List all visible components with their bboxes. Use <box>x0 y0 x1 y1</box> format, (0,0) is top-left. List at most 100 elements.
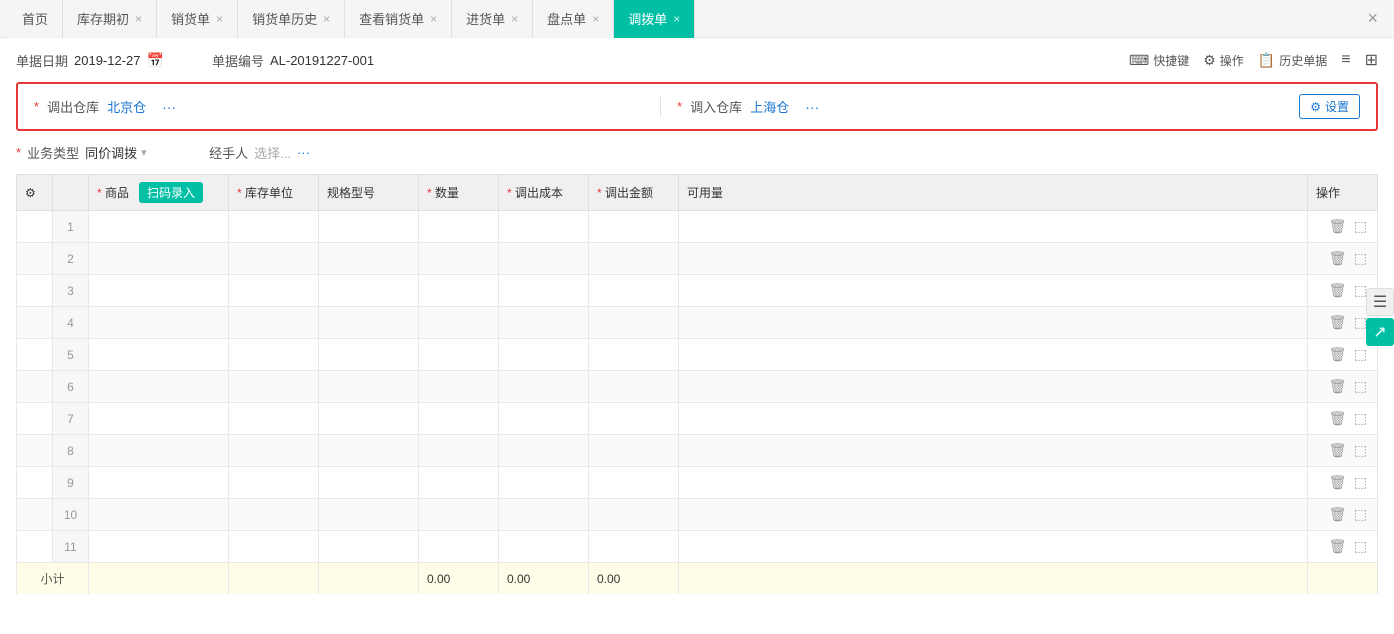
tab-stocktake[interactable]: 盘点单 × <box>533 0 614 38</box>
row-amount[interactable] <box>589 371 679 403</box>
row-unit[interactable] <box>229 371 319 403</box>
row-unit[interactable] <box>229 339 319 371</box>
row-unit[interactable] <box>229 403 319 435</box>
tab-purchase-order[interactable]: 进货单 × <box>452 0 533 38</box>
row-cost[interactable] <box>499 403 589 435</box>
delete-icon[interactable]: 🗑 <box>1329 474 1347 491</box>
copy-icon[interactable]: ⬚ <box>1354 442 1367 459</box>
calendar-icon[interactable]: 📅 <box>147 52 164 69</box>
copy-icon[interactable]: ⬚ <box>1354 474 1367 491</box>
row-amount[interactable] <box>589 499 679 531</box>
row-spec[interactable] <box>319 531 419 563</box>
copy-icon[interactable]: ⬚ <box>1354 218 1367 235</box>
row-unit[interactable] <box>229 499 319 531</box>
operation-btn[interactable]: ⚙ 操作 <box>1203 52 1244 69</box>
row-qty[interactable] <box>419 307 499 339</box>
row-amount[interactable] <box>589 307 679 339</box>
delete-icon[interactable]: 🗑 <box>1329 282 1347 299</box>
row-product[interactable] <box>89 339 229 371</box>
row-spec[interactable] <box>319 435 419 467</box>
row-spec[interactable] <box>319 339 419 371</box>
row-product[interactable] <box>89 371 229 403</box>
row-amount[interactable] <box>589 467 679 499</box>
delete-icon[interactable]: 🗑 <box>1329 250 1347 267</box>
row-amount[interactable] <box>589 403 679 435</box>
sidebar-expand-icon-btn[interactable]: ↗ <box>1366 318 1394 346</box>
row-qty[interactable] <box>419 531 499 563</box>
row-unit[interactable] <box>229 243 319 275</box>
delete-icon[interactable]: 🗑 <box>1329 314 1347 331</box>
tab-inventory-init-close[interactable]: × <box>135 12 142 26</box>
tab-sales-history[interactable]: 销货单历史 × <box>238 0 345 38</box>
tab-view-sales-close[interactable]: × <box>430 12 437 26</box>
row-qty[interactable] <box>419 211 499 243</box>
copy-icon[interactable]: ⬚ <box>1354 378 1367 395</box>
row-unit[interactable] <box>229 435 319 467</box>
row-unit[interactable] <box>229 307 319 339</box>
row-amount[interactable] <box>589 211 679 243</box>
biz-type-select[interactable]: 同价调拨 ▾ <box>85 143 185 162</box>
row-spec[interactable] <box>319 275 419 307</box>
delete-icon[interactable]: 🗑 <box>1329 442 1347 459</box>
row-unit[interactable] <box>229 467 319 499</box>
tab-bar-close-btn[interactable]: × <box>1359 8 1386 29</box>
delete-icon[interactable]: 🗑 <box>1329 410 1347 427</box>
tab-view-sales[interactable]: 查看销货单 × <box>345 0 452 38</box>
in-warehouse-more-btn[interactable]: ··· <box>805 99 819 115</box>
tab-sales-history-close[interactable]: × <box>323 12 330 26</box>
tab-sales-order-close[interactable]: × <box>216 12 223 26</box>
row-product[interactable] <box>89 211 229 243</box>
row-product[interactable] <box>89 531 229 563</box>
row-product[interactable] <box>89 307 229 339</box>
view-toggle-btn[interactable]: ≡ <box>1341 51 1350 69</box>
col-gear-header[interactable]: ⚙ <box>17 175 53 211</box>
delete-icon[interactable]: 🗑 <box>1329 538 1347 555</box>
row-cost[interactable] <box>499 499 589 531</box>
copy-icon[interactable]: ⬚ <box>1354 250 1367 267</box>
tab-purchase-order-close[interactable]: × <box>511 12 518 26</box>
out-warehouse-value[interactable]: 北京仓 <box>107 97 146 116</box>
row-spec[interactable] <box>319 211 419 243</box>
row-product[interactable] <box>89 403 229 435</box>
delete-icon[interactable]: 🗑 <box>1329 506 1347 523</box>
grid-toggle-btn[interactable]: ⊞ <box>1365 50 1378 70</box>
row-qty[interactable] <box>419 243 499 275</box>
settings-btn[interactable]: ⚙ 设置 <box>1299 94 1360 119</box>
row-qty[interactable] <box>419 435 499 467</box>
row-spec[interactable] <box>319 403 419 435</box>
row-qty[interactable] <box>419 371 499 403</box>
delete-icon[interactable]: 🗑 <box>1329 346 1347 363</box>
row-amount[interactable] <box>589 531 679 563</box>
row-product[interactable] <box>89 499 229 531</box>
person-more-btn[interactable]: ··· <box>297 145 310 160</box>
row-product[interactable] <box>89 435 229 467</box>
row-spec[interactable] <box>319 467 419 499</box>
row-unit[interactable] <box>229 531 319 563</box>
delete-icon[interactable]: 🗑 <box>1329 378 1347 395</box>
tab-stocktake-close[interactable]: × <box>592 12 599 26</box>
row-unit[interactable] <box>229 211 319 243</box>
out-warehouse-more-btn[interactable]: ··· <box>162 99 176 115</box>
row-qty[interactable] <box>419 275 499 307</box>
row-amount[interactable] <box>589 339 679 371</box>
delete-icon[interactable]: 🗑 <box>1329 218 1347 235</box>
row-spec[interactable] <box>319 499 419 531</box>
person-select[interactable]: 选择... <box>254 143 291 162</box>
row-qty[interactable] <box>419 467 499 499</box>
tab-inventory-init[interactable]: 库存期初 × <box>63 0 157 38</box>
row-cost[interactable] <box>499 243 589 275</box>
shortcut-btn[interactable]: ⌨ 快捷键 <box>1129 52 1189 69</box>
row-unit[interactable] <box>229 275 319 307</box>
tab-home[interactable]: 首页 <box>8 0 63 38</box>
copy-icon[interactable]: ⬚ <box>1354 538 1367 555</box>
row-cost[interactable] <box>499 339 589 371</box>
copy-icon[interactable]: ⬚ <box>1354 314 1367 331</box>
row-cost[interactable] <box>499 371 589 403</box>
copy-icon[interactable]: ⬚ <box>1354 346 1367 363</box>
tab-transfer-close[interactable]: × <box>673 12 680 26</box>
row-spec[interactable] <box>319 243 419 275</box>
row-amount[interactable] <box>589 243 679 275</box>
row-cost[interactable] <box>499 467 589 499</box>
scan-entry-btn[interactable]: 扫码录入 <box>139 182 203 203</box>
copy-icon[interactable]: ⬚ <box>1354 506 1367 523</box>
